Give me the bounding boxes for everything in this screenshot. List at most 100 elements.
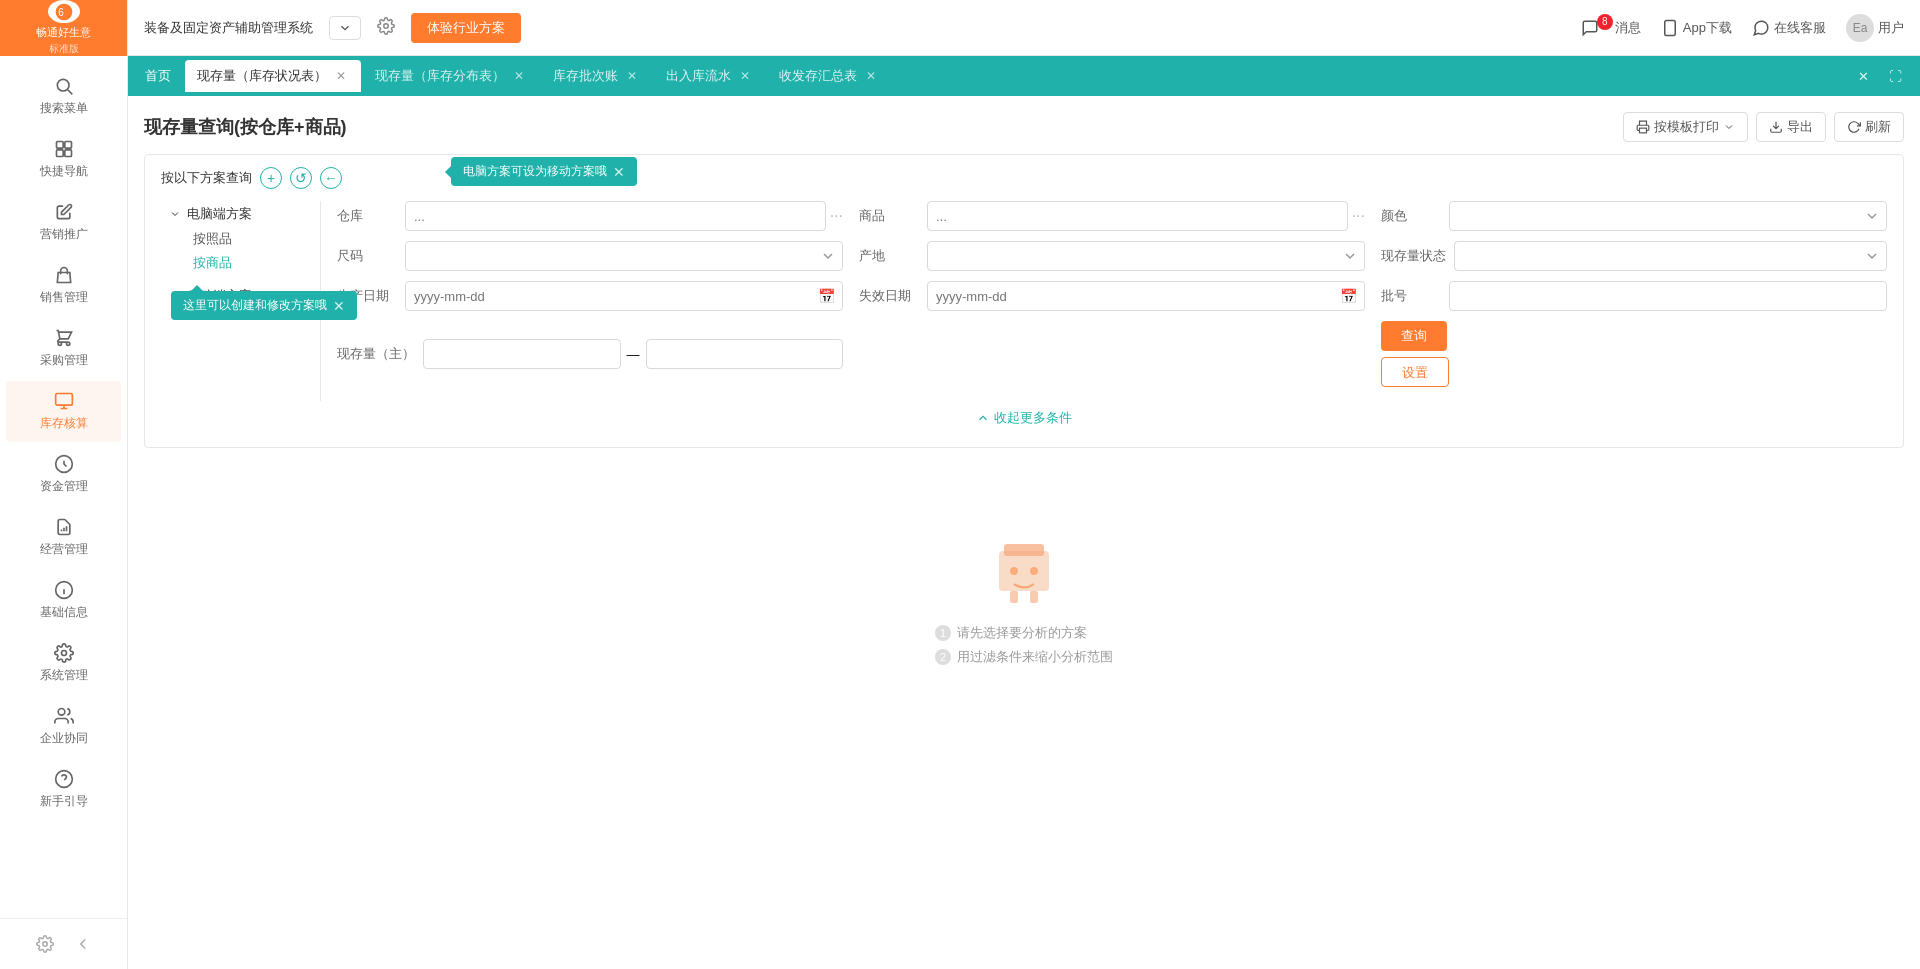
avatar: Ea	[1846, 14, 1874, 42]
empty-tip-2: 2 用过滤条件来缩小分析范围	[935, 648, 1113, 666]
filter-stock-qty: 现存量（主） —	[337, 339, 843, 369]
goods-more-icon[interactable]: ···	[1352, 207, 1365, 225]
filter-size: 尺码	[337, 241, 843, 271]
origin-select[interactable]	[927, 241, 1365, 271]
tab-fullscreen-icon[interactable]: ⛶	[1883, 67, 1908, 86]
svg-point-11	[61, 651, 66, 656]
svg-rect-18	[1640, 128, 1647, 133]
query-button[interactable]: 查询	[1381, 321, 1447, 351]
sidebar-item-sales[interactable]: 销售管理	[6, 255, 121, 316]
filter-stock-status: 现存量状态	[1381, 241, 1887, 271]
sidebar-item-label: 搜索菜单	[40, 100, 88, 117]
page-header-actions: 按模板打印 导出 刷新	[1623, 112, 1904, 142]
filter-add-btn[interactable]: +	[260, 167, 282, 189]
filter-warehouse: 仓库 ···	[337, 201, 843, 231]
filter-label: 按以下方案查询	[161, 169, 252, 187]
tab-close-summary[interactable]: ✕	[863, 68, 879, 84]
template-print-button[interactable]: 按模板打印	[1623, 112, 1748, 142]
color-select[interactable]	[1449, 201, 1887, 231]
sidebar-item-label: 营销推广	[40, 226, 88, 243]
tab-close-inventory-dist[interactable]: ✕	[511, 68, 527, 84]
app-download-item[interactable]: App下载	[1661, 19, 1732, 37]
color-label: 颜色	[1381, 207, 1441, 225]
size-select[interactable]	[405, 241, 843, 271]
svg-point-12	[58, 709, 65, 716]
svg-rect-24	[1030, 591, 1038, 603]
filter-refresh-btn[interactable]: ↺	[290, 167, 312, 189]
scheme-desktop-item-1[interactable]: 按照品	[185, 227, 312, 251]
batch-input[interactable]	[1449, 281, 1887, 311]
setting-button[interactable]: 设置	[1381, 357, 1449, 387]
tooltip-close-2[interactable]: ✕	[333, 298, 345, 314]
sidebar-item-label: 销售管理	[40, 289, 88, 306]
settings-icon[interactable]	[373, 13, 399, 42]
tab-home[interactable]: 首页	[133, 60, 183, 92]
empty-tip-1-text: 请先选择要分析的方案	[957, 624, 1087, 642]
sidebar-item-business[interactable]: 经营管理	[6, 507, 121, 568]
logo-tag: 标准版	[49, 42, 79, 56]
stock-qty-max-input[interactable]	[646, 339, 844, 369]
sidebar-item-collab[interactable]: 企业协同	[6, 696, 121, 757]
goods-label: 商品	[859, 207, 919, 225]
sidebar-item-system[interactable]: 系统管理	[6, 633, 121, 694]
sidebar-logo: 6 畅通好生意 标准版	[0, 0, 127, 56]
sidebar-nav: 搜索菜单 快捷导航 营销推广 销售管理 采购管理 库存核算 资金	[0, 56, 127, 918]
query-buttons: 查询 设置	[1381, 321, 1887, 387]
sidebar-settings-icon[interactable]	[32, 931, 58, 957]
refresh-button[interactable]: 刷新	[1834, 112, 1904, 142]
message-label: 消息	[1615, 19, 1641, 37]
expire-date-calendar-icon[interactable]: 📅	[1340, 288, 1357, 304]
sidebar-item-guide[interactable]: 新手引导	[6, 759, 121, 820]
tooltip-close-1[interactable]: ✕	[613, 164, 625, 180]
tab-close-all-icon[interactable]: ✕	[1852, 67, 1875, 86]
prod-date-input[interactable]	[405, 281, 843, 311]
page-title: 现存量查询(按仓库+商品)	[144, 115, 347, 139]
sidebar-item-finance[interactable]: 资金管理	[6, 444, 121, 505]
sidebar-item-search[interactable]: 搜索菜单	[6, 66, 121, 127]
tab-inventory-status[interactable]: 现存量（库存状况表） ✕	[185, 60, 361, 92]
sidebar-item-info[interactable]: 基础信息	[6, 570, 121, 631]
prod-date-input-wrapper: 📅	[405, 281, 843, 311]
empty-state-tips: 1 请先选择要分析的方案 2 用过滤条件来缩小分析范围	[935, 624, 1113, 666]
sidebar-item-inventory[interactable]: 库存核算	[6, 381, 121, 442]
stock-qty-min-input[interactable]	[423, 339, 621, 369]
export-button[interactable]: 导出	[1756, 112, 1826, 142]
origin-label: 产地	[859, 247, 919, 265]
message-item[interactable]: 8 消息	[1581, 19, 1641, 37]
empty-state: 1 请先选择要分析的方案 2 用过滤条件来缩小分析范围	[144, 456, 1904, 726]
tab-close-inout-flow[interactable]: ✕	[737, 68, 753, 84]
online-support-item[interactable]: 在线客服	[1752, 19, 1826, 37]
page-content: 现存量查询(按仓库+商品) 按模板打印 导出 刷新	[128, 96, 1920, 969]
trial-button[interactable]: 体验行业方案	[411, 13, 521, 43]
tooltip-create-scheme: 这里可以创建和修改方案哦 ✕	[171, 291, 357, 320]
expire-date-input[interactable]	[927, 281, 1365, 311]
user-item[interactable]: Ea 用户	[1846, 14, 1904, 42]
goods-input[interactable]	[927, 201, 1348, 231]
prod-date-calendar-icon[interactable]: 📅	[818, 288, 835, 304]
warehouse-more-icon[interactable]: ···	[830, 207, 843, 225]
tip-number-1: 1	[935, 625, 951, 641]
topbar: 装备及固定资产辅助管理系统 体验行业方案 8 消息 App下载 在线客服	[128, 0, 1920, 56]
stock-status-label: 现存量状态	[1381, 247, 1446, 265]
warehouse-input[interactable]	[405, 201, 826, 231]
sidebar-item-nav[interactable]: 快捷导航	[6, 129, 121, 190]
tab-batch-account[interactable]: 库存批次账 ✕	[541, 60, 652, 92]
tab-inout-flow[interactable]: 出入库流水 ✕	[654, 60, 765, 92]
sidebar-collapse-icon[interactable]	[70, 931, 96, 957]
scheme-desktop[interactable]: 电脑端方案	[161, 201, 312, 227]
sidebar-item-label: 快捷导航	[40, 163, 88, 180]
collapse-bar[interactable]: 收起更多条件	[161, 401, 1887, 435]
stock-status-select[interactable]	[1454, 241, 1887, 271]
sidebar-item-purchase[interactable]: 采购管理	[6, 318, 121, 379]
tab-inventory-dist[interactable]: 现存量（库存分布表） ✕	[363, 60, 539, 92]
sidebar-item-marketing[interactable]: 营销推广	[6, 192, 121, 253]
app-download-label: App下载	[1683, 19, 1732, 37]
tab-close-inventory-status[interactable]: ✕	[333, 68, 349, 84]
tab-close-batch-account[interactable]: ✕	[624, 68, 640, 84]
warehouse-label: 仓库	[337, 207, 397, 225]
logo-text: 畅通好生意	[36, 25, 91, 40]
scheme-desktop-item-2[interactable]: 按商品	[185, 251, 312, 275]
filter-back-btn[interactable]: ←	[320, 167, 342, 189]
system-dropdown[interactable]	[329, 16, 361, 40]
tab-summary[interactable]: 收发存汇总表 ✕	[767, 60, 891, 92]
